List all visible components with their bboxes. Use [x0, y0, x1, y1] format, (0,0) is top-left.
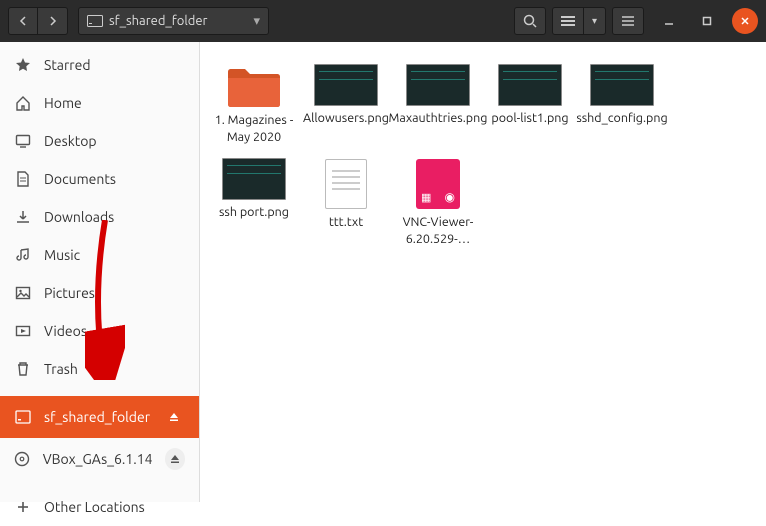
file-item[interactable]: Maxauthtries.png: [392, 60, 484, 150]
minimize-button[interactable]: [656, 8, 682, 34]
file-item[interactable]: 1. Magazines - May 2020: [208, 60, 300, 150]
sidebar-item-pictures[interactable]: Pictures: [0, 274, 199, 312]
sidebar-item-downloads[interactable]: Downloads: [0, 198, 199, 236]
sidebar-item-label: Videos: [44, 323, 87, 339]
plus-icon: [14, 498, 32, 516]
chevron-down-icon: ▾: [253, 14, 260, 29]
file-label: VNC-Viewer-6.20.529-…: [394, 214, 482, 248]
music-icon: [14, 246, 32, 264]
sidebar-item-label: Pictures: [44, 285, 95, 301]
view-toggle: ▾: [552, 7, 606, 35]
sidebar-item-starred[interactable]: Starred: [0, 46, 199, 84]
forward-button[interactable]: [38, 7, 68, 35]
file-label: sshd_config.png: [576, 110, 667, 127]
file-item[interactable]: VNC-Viewer-6.20.529-…: [392, 154, 484, 252]
videos-icon: [14, 322, 32, 340]
file-item[interactable]: pool-list1.png: [484, 60, 576, 150]
documents-icon: [14, 170, 32, 188]
home-icon: [14, 94, 32, 112]
titlebar: sf_shared_folder ▾ ▾: [0, 0, 766, 42]
star-icon: [14, 56, 32, 74]
sidebar-item-label: Trash: [44, 361, 78, 377]
sidebar-item-videos[interactable]: Videos: [0, 312, 199, 350]
file-label: ttt.txt: [329, 214, 363, 231]
maximize-button[interactable]: [694, 8, 720, 34]
file-view: 1. Magazines - May 2020 Allowusers.pngMax…: [200, 42, 766, 502]
image-thumbnail: [498, 64, 562, 106]
eject-button[interactable]: [163, 406, 185, 428]
close-button[interactable]: [732, 8, 758, 34]
downloads-icon: [14, 208, 32, 226]
chevron-down-icon: ▾: [592, 15, 597, 27]
file-label: Allowusers.png: [303, 110, 389, 127]
file-item[interactable]: ttt.txt: [300, 154, 392, 252]
trash-icon: [14, 360, 32, 378]
file-label: pool-list1.png: [491, 110, 568, 127]
sidebar-item-label: Starred: [44, 57, 91, 73]
sidebar-item-sf-shared-folder[interactable]: sf_shared_folder: [0, 396, 199, 438]
sidebar-item-label: Other Locations: [44, 499, 145, 515]
sidebar-item-label: Home: [44, 95, 82, 111]
sidebar-item-vbox-gas-6-1-14[interactable]: VBox_GAs_6.1.14: [0, 438, 199, 480]
image-thumbnail: [406, 64, 470, 106]
sidebar-item-label: Documents: [44, 171, 116, 187]
sidebar-item-label: Music: [44, 247, 80, 263]
image-thumbnail: [222, 158, 286, 200]
image-thumbnail: [314, 64, 378, 106]
sidebar-item-music[interactable]: Music: [0, 236, 199, 274]
image-thumbnail: [590, 64, 654, 106]
package-icon: [406, 158, 470, 210]
drive-icon: [14, 408, 32, 426]
file-label: 1. Magazines - May 2020: [210, 112, 298, 146]
list-view-button[interactable]: [552, 7, 584, 35]
sidebar-item-label: Desktop: [44, 133, 97, 149]
hamburger-menu-button[interactable]: [612, 7, 644, 35]
search-button[interactable]: [514, 7, 546, 35]
sidebar: Starred Home Desktop Documents Downloads Musi…: [0, 42, 200, 502]
desktop-icon: [14, 132, 32, 150]
path-bar[interactable]: sf_shared_folder ▾: [78, 7, 269, 35]
disc-icon: [14, 450, 31, 468]
path-label: sf_shared_folder: [109, 14, 207, 28]
file-item[interactable]: sshd_config.png: [576, 60, 668, 150]
sidebar-item-documents[interactable]: Documents: [0, 160, 199, 198]
pictures-icon: [14, 284, 32, 302]
file-item[interactable]: Allowusers.png: [300, 60, 392, 150]
sidebar-item-label: VBox_GAs_6.1.14: [43, 451, 153, 467]
sidebar-item-other-locations[interactable]: Other Locations: [0, 488, 199, 526]
file-item[interactable]: ssh port.png: [208, 154, 300, 252]
eject-button[interactable]: [165, 448, 185, 470]
text-file-icon: [314, 158, 378, 210]
back-button[interactable]: [8, 7, 38, 35]
sidebar-item-label: Downloads: [44, 209, 114, 225]
nav-buttons: [8, 7, 68, 35]
sidebar-item-label: sf_shared_folder: [44, 409, 150, 425]
sidebar-item-trash[interactable]: Trash: [0, 350, 199, 388]
sidebar-item-desktop[interactable]: Desktop: [0, 122, 199, 160]
view-menu-button[interactable]: ▾: [584, 7, 606, 35]
sidebar-item-home[interactable]: Home: [0, 84, 199, 122]
file-label: ssh port.png: [219, 204, 289, 221]
drive-icon: [87, 15, 103, 27]
file-label: Maxauthtries.png: [389, 110, 488, 127]
folder-icon: [222, 64, 286, 108]
